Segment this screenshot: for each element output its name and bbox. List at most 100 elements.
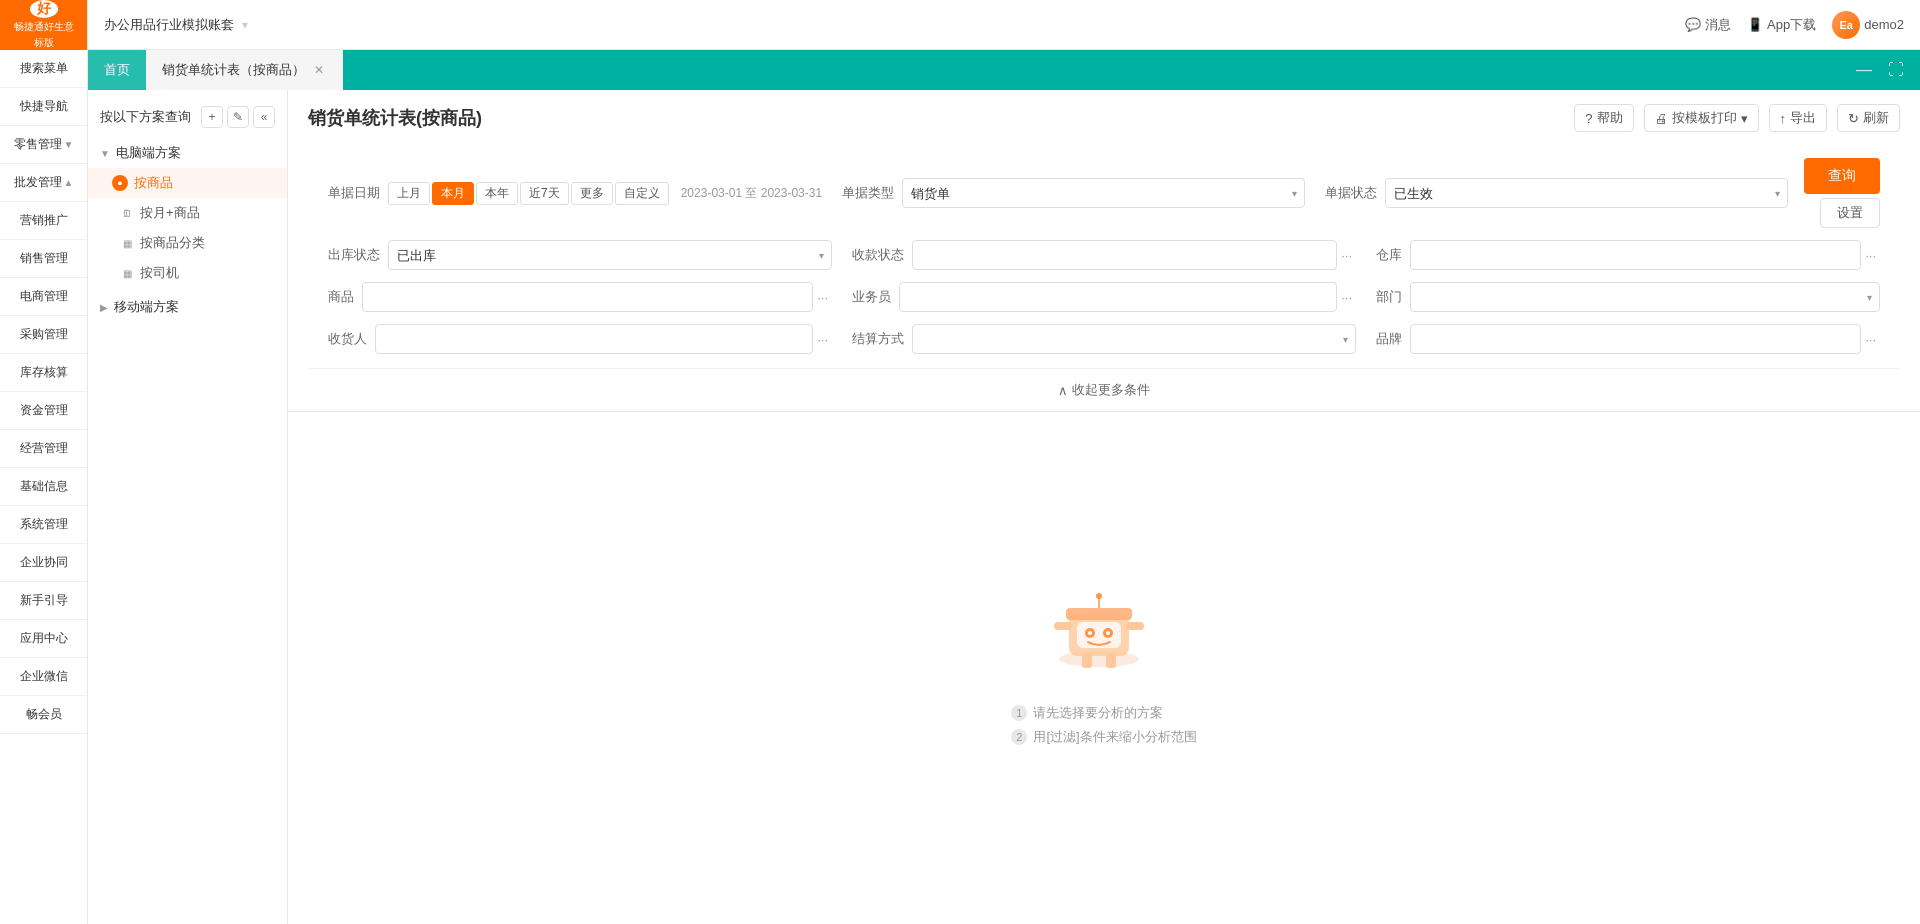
sidebar-item-retail[interactable]: 零售管理 ▼ [0,126,87,164]
tab-home[interactable]: 首页 [88,50,146,90]
sidebar-item-system[interactable]: 系统管理 [0,506,87,544]
tab-close-btn[interactable]: ✕ [311,62,327,78]
warehouse-label: 仓库 [1376,246,1402,264]
add-scheme-btn[interactable]: + [201,106,223,128]
sidebar-item-operation[interactable]: 经营管理 [0,430,87,468]
recv-status-ellipsis[interactable]: ··· [1337,248,1356,263]
main-container: 办公用品行业模拟账套 ▾ 💬 消息 📱 App下载 Ea demo2 首页 销货… [88,0,1920,924]
tab-sales-stats-label: 销货单统计表（按商品） [162,61,305,79]
out-status-label: 出库状态 [328,246,380,264]
sidebar-item-ecommerce[interactable]: 电商管理 [0,278,87,316]
logo-text: 畅捷通好生意 [14,20,74,34]
scheme-by-driver[interactable]: ▦ 按司机 [88,258,287,288]
export-btn[interactable]: ↑ 导出 [1769,104,1828,132]
out-status-select[interactable]: 已出库 [388,240,832,270]
warehouse-input[interactable] [1410,240,1861,270]
desktop-collapse-icon: ▼ [100,148,110,159]
brand-filter: 品牌 ··· [1376,324,1880,354]
brand-ellipsis[interactable]: ··· [1861,332,1880,347]
sidebar-item-marketing[interactable]: 营销推广 [0,202,87,240]
date-7days-btn[interactable]: 近7天 [520,182,569,205]
svg-rect-2 [1066,608,1132,620]
out-status-filter: 出库状态 已出库 ▾ [328,240,832,270]
query-btn[interactable]: 查询 [1804,158,1880,194]
collapse-btn[interactable]: ∧ 收起更多条件 [1046,377,1162,403]
filter-row-1: 单据日期 上月 本月 本年 近7天 更多 自定义 20 [328,158,1880,228]
scheme-by-month-goods[interactable]: 🗓 按月+商品 [88,198,287,228]
settle-filter: 结算方式 ▾ [852,324,1356,354]
goods-ellipsis[interactable]: ··· [813,290,832,305]
tip1-text: 请先选择要分析的方案 [1033,704,1163,722]
date-current-month-btn[interactable]: 本月 [432,182,474,205]
sidebar-item-basic[interactable]: 基础信息 [0,468,87,506]
sales-filter: 业务员 ··· [852,282,1356,312]
help-btn[interactable]: ? 帮助 [1574,104,1633,132]
logo-subtitle: 标版 [34,36,54,50]
sidebar-item-sales[interactable]: 销售管理 [0,240,87,278]
app-download-btn[interactable]: 📱 App下载 [1747,16,1816,34]
sales-input[interactable] [899,282,1337,312]
status-label: 单据状态 [1325,184,1377,202]
sidebar-item-purchase[interactable]: 采购管理 [0,316,87,354]
scheme-by-goods[interactable]: ● 按商品 [88,168,287,198]
desktop-scheme-group: ▼ 电脑端方案 ● 按商品 🗓 按月+商品 ▦ 按商品分类 ▦ 按司机 [88,138,287,288]
dept-select[interactable] [1410,282,1880,312]
filter-row-3: 商品 ··· 业务员 ··· 部门 [328,282,1880,312]
date-custom-btn[interactable]: 自定义 [615,182,669,205]
tab-minimize-btn[interactable]: — [1852,58,1876,82]
sidebar-item-enterprise[interactable]: 企业协同 [0,544,87,582]
filter-area: 单据日期 上月 本月 本年 近7天 更多 自定义 20 [308,144,1900,368]
message-btn[interactable]: 💬 消息 [1685,16,1731,34]
page-actions: ? 帮助 🖨 按模板打印 ▾ ↑ 导出 ↻ [1574,104,1900,132]
empty-text-list: 1 请先选择要分析的方案 2 用[过滤]条件来缩小分析范围 [1011,704,1196,752]
date-prev-month-btn[interactable]: 上月 [388,182,430,205]
empty-state: 1 请先选择要分析的方案 2 用[过滤]条件来缩小分析范围 [288,412,1920,924]
brand-input[interactable] [1410,324,1861,354]
sidebar-item-inventory[interactable]: 库存核算 [0,354,87,392]
svg-rect-8 [1082,654,1092,668]
refresh-icon: ↻ [1848,111,1859,126]
recv-status-input[interactable] [912,240,1337,270]
sidebar-item-quick-nav[interactable]: 快捷导航 [0,88,87,126]
svg-point-13 [1096,593,1102,599]
desktop-group-label: 电脑端方案 [116,144,181,162]
edit-scheme-btn[interactable]: ✎ [227,106,249,128]
empty-tip-1: 1 请先选择要分析的方案 [1011,704,1196,722]
receiver-input[interactable] [375,324,813,354]
type-select[interactable]: 销货单 [902,178,1305,208]
recv-status-label: 收款状态 [852,246,904,264]
sidebar-item-search[interactable]: 搜索菜单 [0,50,87,88]
svg-rect-10 [1054,622,1072,630]
type-label: 单据类型 [842,184,894,202]
breadcrumb: 办公用品行业模拟账套 [104,16,234,34]
desktop-group-header[interactable]: ▼ 电脑端方案 [88,138,287,168]
refresh-btn[interactable]: ↻ 刷新 [1837,104,1900,132]
page-title-row: 销货单统计表(按商品) ? 帮助 🖨 按模板打印 ▾ ↑ [308,104,1900,132]
date-more-btn[interactable]: 更多 [571,182,613,205]
sidebar-item-newbie[interactable]: 新手引导 [0,582,87,620]
tab-sales-stats[interactable]: 销货单统计表（按商品） ✕ [146,50,343,90]
status-select[interactable]: 已生效 [1385,178,1788,208]
sidebar-item-wholesale[interactable]: 批发管理 ▲ [0,164,87,202]
scheme-by-category[interactable]: ▦ 按商品分类 [88,228,287,258]
sidebar-item-apps[interactable]: 应用中心 [0,620,87,658]
user-profile[interactable]: Ea demo2 [1832,11,1904,39]
sidebar-item-member[interactable]: 畅会员 [0,696,87,734]
left-panel-header: 按以下方案查询 + ✎ « [88,100,287,138]
sidebar-item-wechat[interactable]: 企业微信 [0,658,87,696]
receiver-ellipsis[interactable]: ··· [813,332,832,347]
sidebar-item-finance[interactable]: 资金管理 [0,392,87,430]
settle-select[interactable] [912,324,1356,354]
warehouse-ellipsis[interactable]: ··· [1861,248,1880,263]
tab-expand-btn[interactable]: ⛶ [1884,58,1908,82]
print-icon: 🖨 [1655,111,1668,126]
settings-btn[interactable]: 设置 [1820,198,1880,228]
mobile-group-header[interactable]: ▶ 移动端方案 [88,292,287,322]
filter-row-4: 收货人 ··· 结算方式 ▾ [328,324,1880,354]
goods-input[interactable] [362,282,813,312]
sales-ellipsis[interactable]: ··· [1337,290,1356,305]
collapse-panel-btn[interactable]: « [253,106,275,128]
print-btn[interactable]: 🖨 按模板打印 ▾ [1644,104,1759,132]
message-label: 消息 [1705,16,1731,34]
date-current-year-btn[interactable]: 本年 [476,182,518,205]
